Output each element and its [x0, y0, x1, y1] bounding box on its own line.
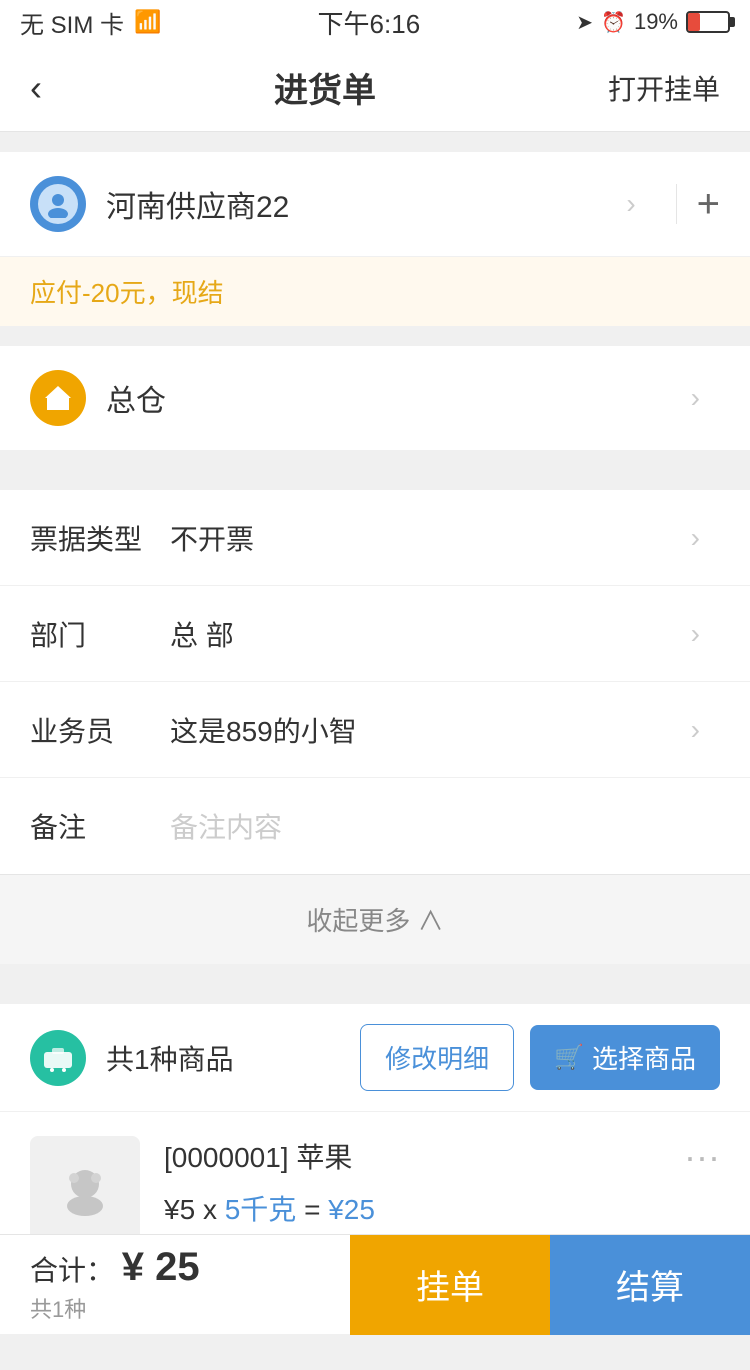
total-count: 共1种 — [30, 1292, 320, 1324]
product-header: 共1种商品 修改明细 🛒 选择商品 — [0, 1004, 750, 1112]
battery-icon — [686, 11, 730, 33]
product-icon — [30, 1030, 86, 1086]
invoice-value: 不开票 — [150, 518, 691, 558]
supplier-row[interactable]: 河南供应商22 › + — [0, 152, 750, 257]
warehouse-icon — [30, 370, 86, 426]
divider-3 — [0, 964, 750, 984]
location-icon: ➤ — [576, 10, 593, 35]
department-value: 总 部 — [150, 614, 691, 654]
product-quantity: 5千克 — [225, 1194, 297, 1225]
person-icon — [44, 190, 72, 218]
warehouse-row[interactable]: 总仓 › — [0, 346, 750, 450]
nav-bar: ‹ 进货单 打开挂单 — [0, 44, 750, 132]
select-product-label: 选择商品 — [592, 1039, 696, 1076]
wifi-icon: 📶 — [134, 9, 161, 35]
department-chevron-icon: › — [691, 618, 700, 650]
supplier-chevron-icon: › — [626, 188, 635, 220]
vertical-divider — [676, 184, 677, 224]
hang-button[interactable]: 挂单 — [350, 1235, 550, 1335]
total-amount: ¥ 25 — [122, 1245, 200, 1289]
warehouse-chevron-icon: › — [691, 382, 700, 414]
alert-banner: 应付-20元，现结 — [0, 257, 750, 326]
modify-detail-button[interactable]: 修改明细 — [360, 1024, 514, 1091]
avatar-inner — [38, 184, 78, 224]
product-image — [50, 1156, 120, 1226]
battery-label: 19% — [634, 9, 678, 35]
product-count-label: 共1种商品 — [106, 1038, 360, 1078]
warehouse-section: 总仓 › — [0, 346, 750, 450]
product-name: [0000001] 苹果 — [164, 1136, 674, 1176]
total-section: 合计： ¥ 25 共1种 — [0, 1245, 350, 1324]
divider-1 — [0, 326, 750, 346]
remark-label: 备注 — [30, 806, 150, 846]
supplier-section: 河南供应商22 › + 应付-20元，现结 — [0, 152, 750, 326]
department-label: 部门 — [30, 614, 150, 654]
page-title: 进货单 — [274, 63, 376, 112]
divider-2 — [0, 450, 750, 470]
add-supplier-button[interactable]: + — [697, 182, 720, 227]
total-label: 合计： — [30, 1255, 114, 1286]
select-cart-icon: 🛒 — [554, 1043, 584, 1072]
product-section: 共1种商品 修改明细 🛒 选择商品 [0000001] 苹果 ¥5 x — [0, 1004, 750, 1270]
home-icon — [43, 383, 73, 413]
status-left: 无 SIM 卡 📶 — [20, 5, 161, 40]
status-right: ➤ ⏰ 19% — [576, 9, 730, 35]
product-info: [0000001] 苹果 ¥5 x 5千克 = ¥25 — [164, 1136, 674, 1228]
bottom-bar: 合计： ¥ 25 共1种 挂单 结算 — [0, 1234, 750, 1334]
salesman-label: 业务员 — [30, 710, 150, 750]
product-price-row: ¥5 x 5千克 = ¥25 — [164, 1188, 674, 1228]
time-label: 下午6:16 — [318, 4, 421, 41]
equals-sign: = — [304, 1194, 328, 1225]
product-total: ¥25 — [328, 1194, 375, 1225]
product-title: 苹果 — [296, 1142, 352, 1173]
salesman-row[interactable]: 业务员 这是859的小智 › — [0, 682, 750, 778]
back-button[interactable]: ‹ — [30, 67, 42, 109]
warehouse-name: 总仓 — [106, 376, 691, 420]
invoice-chevron-icon: › — [691, 522, 700, 554]
product-id: [0000001] — [164, 1142, 289, 1173]
open-hang-button[interactable]: 打开挂单 — [608, 68, 720, 108]
checkout-button[interactable]: 结算 — [550, 1235, 750, 1335]
top-divider — [0, 132, 750, 152]
carrier-label: 无 SIM 卡 — [20, 5, 124, 40]
invoice-label: 票据类型 — [30, 518, 150, 558]
remark-row[interactable]: 备注 备注内容 — [0, 778, 750, 874]
multiply-sign: x — [203, 1194, 225, 1225]
form-section: 票据类型 不开票 › 部门 总 部 › 业务员 这是859的小智 › 备注 备注… — [0, 490, 750, 874]
salesman-chevron-icon: › — [691, 714, 700, 746]
supplier-name: 河南供应商22 — [106, 182, 626, 226]
alarm-icon: ⏰ — [601, 10, 626, 35]
invoice-row[interactable]: 票据类型 不开票 › — [0, 490, 750, 586]
select-product-button[interactable]: 🛒 选择商品 — [530, 1025, 720, 1090]
product-more-button[interactable]: ··· — [674, 1136, 720, 1178]
remark-input[interactable]: 备注内容 — [150, 806, 720, 846]
department-row[interactable]: 部门 总 部 › — [0, 586, 750, 682]
product-thumbnail — [30, 1136, 140, 1246]
supplier-avatar — [30, 176, 86, 232]
status-bar: 无 SIM 卡 📶 下午6:16 ➤ ⏰ 19% — [0, 0, 750, 44]
cart-icon — [42, 1044, 74, 1072]
product-price: ¥5 — [164, 1194, 195, 1225]
collapse-button[interactable]: 收起更多 ∧ — [0, 874, 750, 964]
salesman-value: 这是859的小智 — [150, 710, 691, 750]
